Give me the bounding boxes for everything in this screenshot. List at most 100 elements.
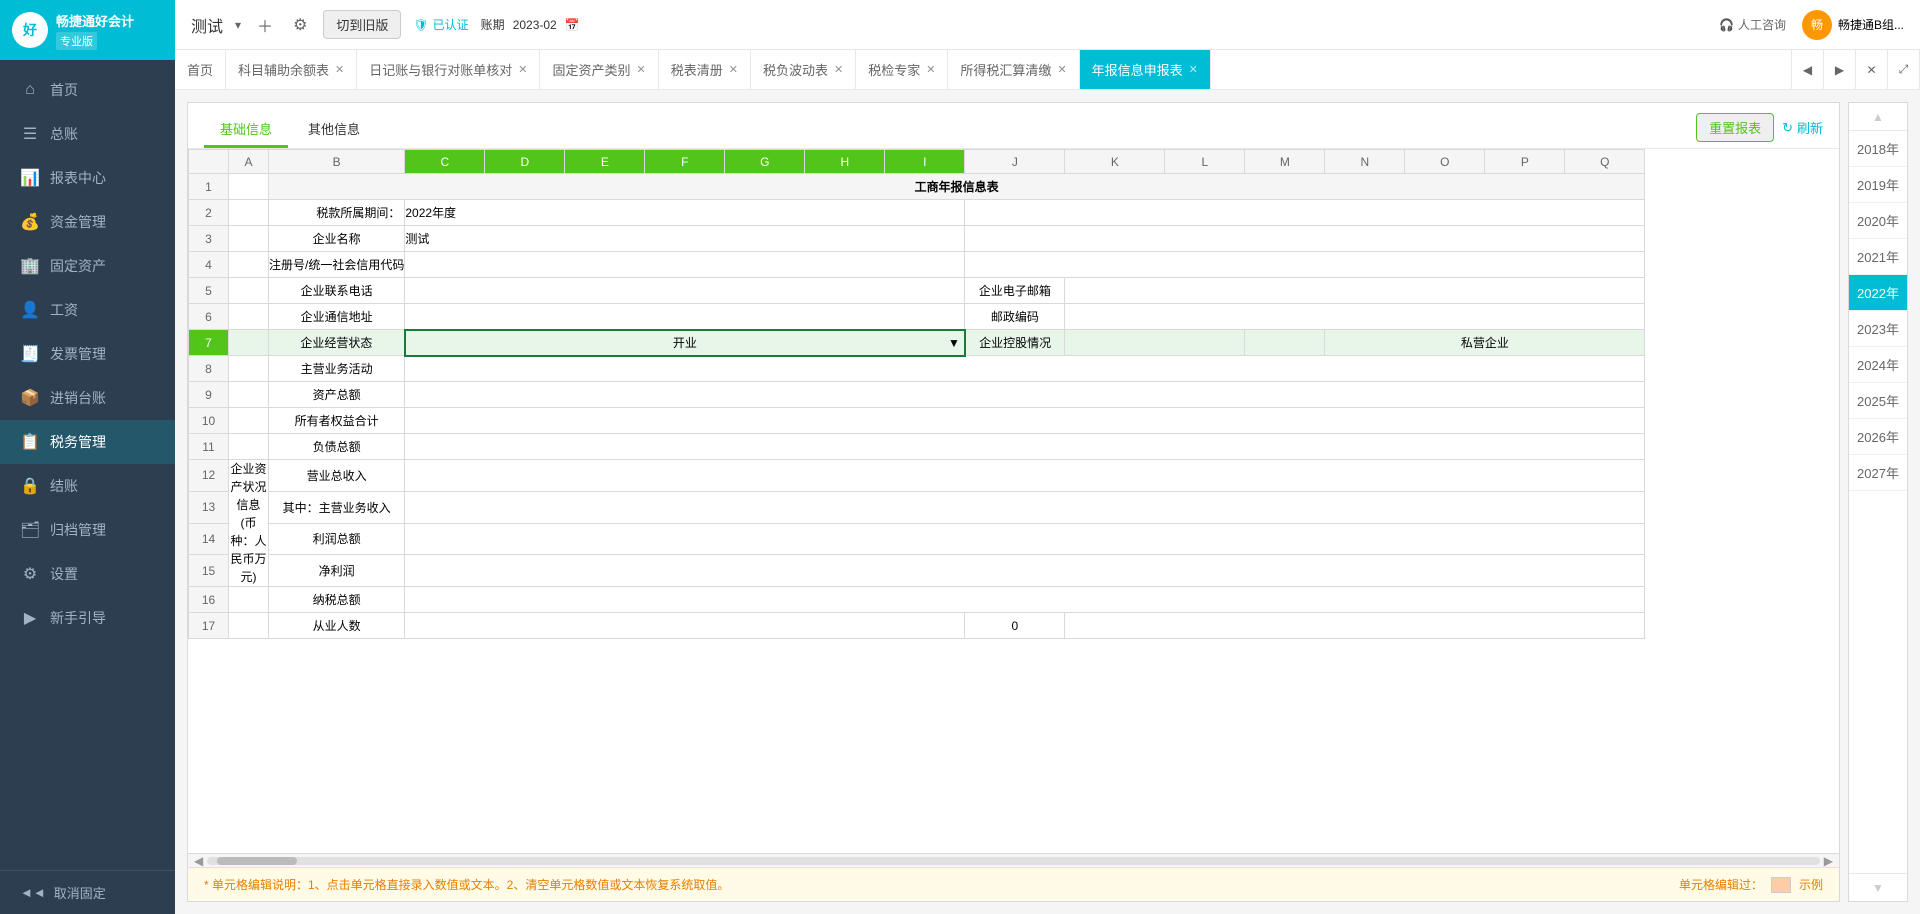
tab-close-fixed-assets[interactable]: ✕ — [637, 63, 646, 76]
cell-7-k[interactable] — [1065, 330, 1245, 356]
sidebar-item-fund[interactable]: 💰 资金管理 — [0, 200, 175, 244]
tab-next-btn[interactable]: ▶ — [1824, 50, 1856, 90]
sidebar-item-fixed-assets[interactable]: 🏢 固定资产 — [0, 244, 175, 288]
tab-close-tax-burden[interactable]: ✕ — [834, 63, 843, 76]
add-module-btn[interactable]: ＋ — [253, 9, 277, 41]
cell-2-b: 税款所属期间： — [269, 200, 405, 226]
cell-9-c[interactable] — [405, 382, 1645, 408]
user-menu-btn[interactable]: 畅 畅捷通B组... — [1802, 10, 1904, 40]
sidebar-item-archive[interactable]: 🗂 归档管理 — [0, 508, 175, 552]
cell-6-c[interactable] — [405, 304, 965, 330]
cell-1-title[interactable]: 工商年报信息表 — [269, 174, 1645, 200]
tab-income-tax[interactable]: 所得税汇算清缴 ✕ — [948, 50, 1079, 90]
cell-5-c[interactable] — [405, 278, 965, 304]
cell-12-c[interactable] — [405, 460, 1645, 492]
cell-7-n[interactable]: 私营企业 — [1325, 330, 1645, 356]
collapse-icon: ◄◄ — [20, 885, 46, 900]
year-item-2021[interactable]: 2021年 — [1849, 239, 1907, 275]
col-header-f: F — [645, 150, 725, 174]
cell-8-b: 主营业务活动 — [269, 356, 405, 382]
scroll-right-btn[interactable]: ▶ — [1820, 854, 1837, 868]
sidebar-item-ledger[interactable]: ☰ 总账 — [0, 112, 175, 156]
tab-tax-return[interactable]: 税表清册 ✕ — [659, 50, 751, 90]
cell-16-c[interactable] — [405, 587, 1645, 613]
cell-15-c[interactable] — [405, 555, 1645, 587]
sidebar-item-settings[interactable]: ⚙ 设置 — [0, 552, 175, 596]
tab-close-all-btn[interactable]: ✕ — [1856, 50, 1888, 90]
calendar-icon[interactable]: 📅 — [565, 18, 580, 32]
cell-2-c[interactable]: 2022年度 — [405, 200, 965, 226]
switch-old-version-btn[interactable]: 切到旧版 — [323, 10, 401, 39]
tab-tax-burden[interactable]: 税负波动表 ✕ — [751, 50, 856, 90]
tab-aux-balance[interactable]: 科目辅助余额表 ✕ — [226, 50, 357, 90]
tab-annual-report[interactable]: 年报信息申报表 ✕ — [1080, 50, 1211, 90]
sidebar-item-invoice[interactable]: 🧾 发票管理 — [0, 332, 175, 376]
settings-btn[interactable]: ⚙ — [289, 11, 311, 39]
help-btn[interactable]: 🎧 人工咨询 — [1719, 16, 1786, 33]
cell-4-a — [229, 252, 269, 278]
scroll-thumb[interactable] — [217, 857, 297, 865]
cell-10-c[interactable] — [405, 408, 1645, 434]
table-row: 17 从业人数 0 — [189, 613, 1645, 639]
year-item-2020[interactable]: 2020年 — [1849, 203, 1907, 239]
cell-8-c[interactable] — [405, 356, 1645, 382]
tab-expand-btn[interactable]: ⤢ — [1888, 50, 1920, 90]
year-item-2025[interactable]: 2025年 — [1849, 383, 1907, 419]
spreadsheet-wrapper[interactable]: A B C D E F G H I J K L — [188, 149, 1839, 853]
tab-fixed-assets-type[interactable]: 固定资产类别 ✕ — [540, 50, 658, 90]
year-scroll-up-btn[interactable]: ▲ — [1849, 103, 1907, 131]
year-item-2026[interactable]: 2026年 — [1849, 419, 1907, 455]
sidebar-item-tax[interactable]: 📋 税务管理 — [0, 420, 175, 464]
cell-17-j[interactable]: 0 — [965, 613, 1065, 639]
tab-close-journal-bank[interactable]: ✕ — [518, 63, 527, 76]
cell-5-k[interactable] — [1065, 278, 1645, 304]
tab-close-tax-expert[interactable]: ✕ — [926, 63, 935, 76]
year-item-2019[interactable]: 2019年 — [1849, 167, 1907, 203]
scroll-left-btn[interactable]: ◀ — [190, 854, 207, 868]
tab-prev-btn[interactable]: ◀ — [1792, 50, 1824, 90]
cell-3-c[interactable]: 测试 — [405, 226, 965, 252]
sidebar-nav: ⌂ 首页 ☰ 总账 📊 报表中心 💰 资金管理 🏢 固定资产 👤 工资 — [0, 60, 175, 870]
tab-home[interactable]: 首页 — [175, 50, 226, 90]
year-scroll-down-btn[interactable]: ▼ — [1849, 873, 1907, 901]
year-item-2022[interactable]: 2022年 — [1849, 275, 1907, 311]
refresh-btn[interactable]: ↻ 刷新 — [1782, 118, 1823, 137]
cell-9-a — [229, 382, 269, 408]
cell-7-c[interactable]: 开业 ▼ — [405, 330, 965, 356]
cell-17-c[interactable] — [405, 613, 965, 639]
reset-report-btn[interactable]: 重置报表 — [1696, 113, 1774, 142]
cell-11-c[interactable] — [405, 434, 1645, 460]
table-row: 10 所有者权益合计 — [189, 408, 1645, 434]
cell-6-k[interactable] — [1065, 304, 1645, 330]
tab-close-annual-report[interactable]: ✕ — [1189, 63, 1198, 76]
cell-4-c[interactable] — [405, 252, 965, 278]
cell-13-c[interactable] — [405, 491, 1645, 523]
tax-icon: 📋 — [20, 432, 40, 452]
purchase-sale-icon: 📦 — [20, 388, 40, 408]
sidebar-item-report[interactable]: 📊 报表中心 — [0, 156, 175, 200]
tab-journal-bank[interactable]: 日记账与银行对账单核对 ✕ — [357, 50, 540, 90]
sidebar-item-guide[interactable]: ▶ 新手引导 — [0, 596, 175, 640]
cell-14-c[interactable] — [405, 523, 1645, 555]
sidebar-item-payroll[interactable]: 👤 工资 — [0, 288, 175, 332]
module-dropdown-icon[interactable]: ▾ — [235, 18, 241, 32]
year-item-2023[interactable]: 2023年 — [1849, 311, 1907, 347]
sidebar-item-closing[interactable]: 🔒 结账 — [0, 464, 175, 508]
horizontal-scrollbar[interactable]: ◀ ▶ — [188, 853, 1839, 867]
top-right-area: 🎧 人工咨询 畅 畅捷通B组... — [1719, 10, 1904, 40]
tab-close-tax-return[interactable]: ✕ — [729, 63, 738, 76]
cell-9-b: 资产总额 — [269, 382, 405, 408]
year-item-2024[interactable]: 2024年 — [1849, 347, 1907, 383]
tab-close-income-tax[interactable]: ✕ — [1057, 63, 1066, 76]
year-item-2027[interactable]: 2027年 — [1849, 455, 1907, 491]
sidebar-collapse-btn[interactable]: ◄◄ 取消固定 — [0, 870, 175, 914]
sidebar-item-purchase-sale[interactable]: 📦 进销台账 — [0, 376, 175, 420]
tab-tax-expert[interactable]: 税检专家 ✕ — [856, 50, 948, 90]
sub-tab-other[interactable]: 其他信息 — [292, 113, 376, 148]
tab-close-aux-balance[interactable]: ✕ — [335, 63, 344, 76]
sidebar-item-home[interactable]: ⌂ 首页 — [0, 68, 175, 112]
sub-tab-basic[interactable]: 基础信息 — [204, 113, 288, 148]
table-row: 3 企业名称 测试 — [189, 226, 1645, 252]
year-item-2018[interactable]: 2018年 — [1849, 131, 1907, 167]
ledger-icon: ☰ — [20, 124, 40, 144]
